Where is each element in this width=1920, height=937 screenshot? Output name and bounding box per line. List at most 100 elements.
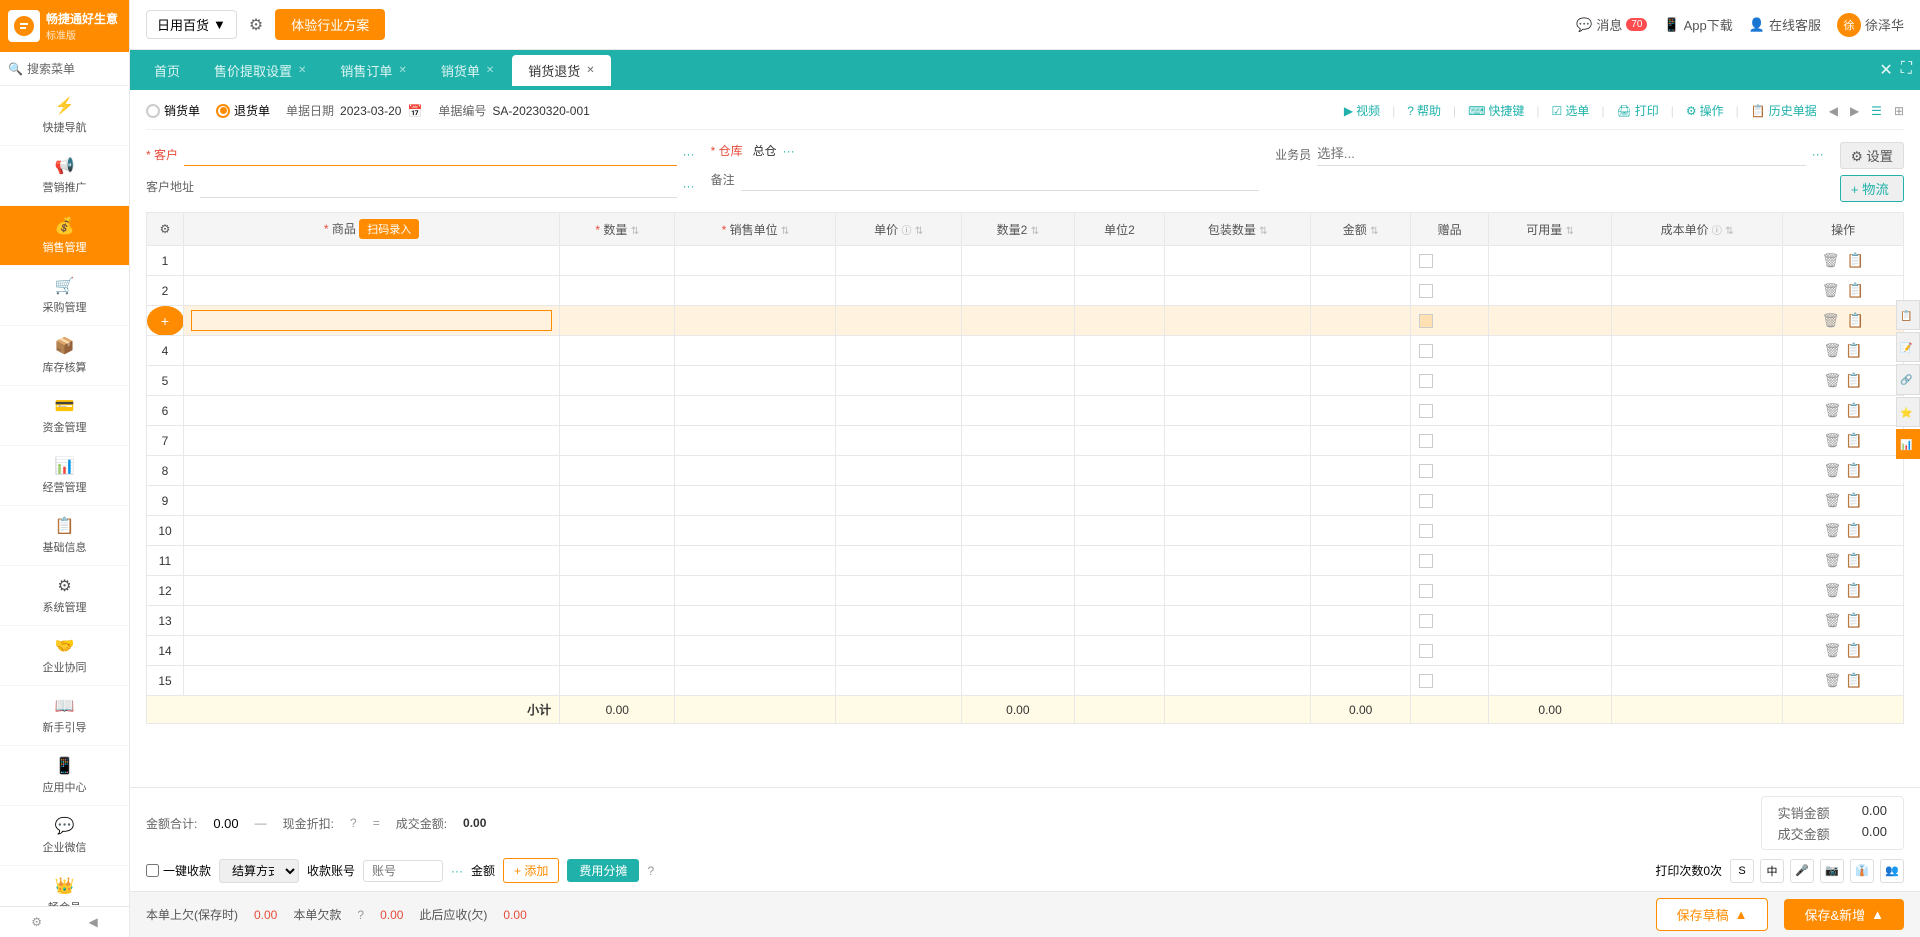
sidebar-item-app-center[interactable]: 📱 应用中心: [0, 746, 129, 806]
copy-btn[interactable]: 📋: [1843, 640, 1864, 661]
sort-pkg-icon[interactable]: ⇅: [1259, 226, 1267, 237]
copy-btn-1[interactable]: 📋: [1845, 250, 1866, 271]
unit-1[interactable]: [675, 246, 836, 276]
sidebar-item-guide[interactable]: 📖 新手引导: [0, 686, 129, 746]
sidebar-item-wechat[interactable]: 💬 企业微信: [0, 806, 129, 866]
shortcut-btn[interactable]: ⌨ 快捷键: [1468, 102, 1524, 119]
sidebar-item-basic[interactable]: 📋 基础信息: [0, 506, 129, 566]
help-btn[interactable]: ? 帮助: [1407, 102, 1441, 119]
available-3[interactable]: [1489, 306, 1612, 336]
gift-1[interactable]: [1411, 246, 1489, 276]
icon-zh[interactable]: 中: [1760, 859, 1784, 883]
product-3[interactable]: [184, 306, 560, 336]
qty-1[interactable]: [560, 246, 675, 276]
add-logistics-btn[interactable]: + 物流: [1840, 175, 1904, 202]
close-icon[interactable]: ✕: [586, 65, 594, 76]
delete-btn-2[interactable]: 🗑: [1820, 280, 1842, 301]
sidebar-item-sales[interactable]: 💰 销售管理: [0, 206, 129, 266]
add-row-btn[interactable]: +: [155, 311, 175, 331]
delete-btn[interactable]: 🗑: [1821, 400, 1843, 421]
radio-sales[interactable]: 销货单: [146, 102, 200, 119]
tab-sales[interactable]: 销货单 ✕: [425, 55, 510, 86]
sidebar-item-member[interactable]: 👑 畅会员: [0, 866, 129, 906]
staff-input[interactable]: [1317, 142, 1806, 166]
sort-qty-icon[interactable]: ⇅: [631, 226, 639, 237]
tab-returns[interactable]: 销货退货 ✕: [512, 55, 610, 86]
pkg-1[interactable]: [1165, 246, 1311, 276]
save-draft-btn[interactable]: 保存草稿 ▲: [1656, 898, 1769, 931]
copy-btn[interactable]: 📋: [1843, 580, 1864, 601]
customer-input[interactable]: [184, 142, 677, 166]
close-icon[interactable]: ✕: [486, 65, 494, 76]
icon-s[interactable]: S: [1730, 859, 1754, 883]
icon-people[interactable]: 👥: [1880, 859, 1904, 883]
unit2-1[interactable]: [1074, 246, 1165, 276]
sort-avail-icon[interactable]: ⇅: [1566, 226, 1574, 237]
remark-input[interactable]: [741, 167, 1260, 191]
copy-btn[interactable]: 📋: [1843, 550, 1864, 571]
rp-btn-2[interactable]: 📝: [1896, 332, 1920, 362]
rp-btn-4[interactable]: ⭐: [1896, 397, 1920, 427]
settlement-select[interactable]: 结算方式: [219, 859, 299, 883]
add-payment-btn[interactable]: + 添加: [503, 858, 559, 883]
customer-select-btn[interactable]: ···: [683, 147, 695, 161]
copy-btn[interactable]: 📋: [1843, 370, 1864, 391]
delete-btn[interactable]: 🗑: [1821, 580, 1843, 601]
delete-btn[interactable]: 🗑: [1821, 670, 1843, 691]
copy-btn[interactable]: 📋: [1843, 340, 1864, 361]
tab-home[interactable]: 首页: [138, 55, 196, 86]
sidebar-item-finance[interactable]: 💳 资金管理: [0, 386, 129, 446]
sort-price-icon[interactable]: ⇅: [915, 226, 923, 237]
unit2-3[interactable]: [1074, 306, 1165, 336]
print-btn[interactable]: 🖨 打印: [1616, 102, 1658, 119]
warehouse-select-btn[interactable]: ···: [783, 144, 795, 158]
rp-btn-3[interactable]: 🔗: [1896, 364, 1920, 394]
address-input[interactable]: [200, 174, 677, 198]
amount-1[interactable]: [1311, 246, 1411, 276]
radio-return[interactable]: 退货单: [216, 102, 270, 119]
copy-btn[interactable]: 📋: [1843, 670, 1864, 691]
pkg-3[interactable]: [1165, 306, 1311, 336]
th-gear[interactable]: ⚙: [147, 213, 184, 246]
sort-unit-icon[interactable]: ⇅: [781, 226, 789, 237]
delete-btn[interactable]: 🗑: [1821, 340, 1843, 361]
doc-debt-icon[interactable]: ?: [357, 908, 364, 922]
delete-btn-1[interactable]: 🗑: [1820, 250, 1842, 271]
pkg-2[interactable]: [1165, 276, 1311, 306]
delete-btn[interactable]: 🗑: [1821, 640, 1843, 661]
operate-btn[interactable]: ⚙ 操作: [1686, 102, 1724, 119]
icon-camera[interactable]: 📷: [1820, 859, 1844, 883]
setting-btn[interactable]: ⚙ 设置: [1840, 142, 1904, 169]
amount-3[interactable]: [1311, 306, 1411, 336]
delete-btn[interactable]: 🗑: [1821, 490, 1843, 511]
copy-btn[interactable]: 📋: [1843, 430, 1864, 451]
one-click-pay-label[interactable]: 一键收款: [146, 862, 211, 879]
icon-shirt[interactable]: 👔: [1850, 859, 1874, 883]
sort-cost-icon[interactable]: ⇅: [1725, 226, 1733, 237]
close-icon[interactable]: ✕: [298, 65, 306, 76]
sidebar-item-cooperation[interactable]: 🤝 企业协同: [0, 626, 129, 686]
user-profile[interactable]: 徐 徐泽华: [1837, 13, 1904, 37]
amount-2[interactable]: [1311, 276, 1411, 306]
collapse-icon[interactable]: ◀: [89, 915, 98, 929]
close-all-btn[interactable]: ✕: [1879, 60, 1892, 80]
rp-btn-5[interactable]: 📊: [1896, 429, 1920, 459]
discount-help-icon[interactable]: ?: [350, 816, 357, 830]
available-2[interactable]: [1489, 276, 1612, 306]
delete-btn[interactable]: 🗑: [1821, 370, 1843, 391]
unit-3[interactable]: [675, 306, 836, 336]
fee-help-btn[interactable]: ?: [647, 864, 654, 878]
settings-icon[interactable]: ⚙: [31, 915, 42, 929]
search-menu[interactable]: 🔍 搜索菜单: [0, 52, 129, 86]
delete-btn[interactable]: 🗑: [1821, 430, 1843, 451]
account-input[interactable]: [363, 860, 443, 882]
copy-btn[interactable]: 📋: [1843, 460, 1864, 481]
sidebar-item-marketing[interactable]: 📢 营销推广: [0, 146, 129, 206]
cost-2[interactable]: [1612, 276, 1783, 306]
copy-btn[interactable]: 📋: [1843, 610, 1864, 631]
cost-3[interactable]: [1612, 306, 1783, 336]
price-2[interactable]: [836, 276, 962, 306]
qty-3[interactable]: [560, 306, 675, 336]
sidebar-item-operation[interactable]: 📊 经营管理: [0, 446, 129, 506]
delete-btn[interactable]: 🗑: [1821, 550, 1843, 571]
